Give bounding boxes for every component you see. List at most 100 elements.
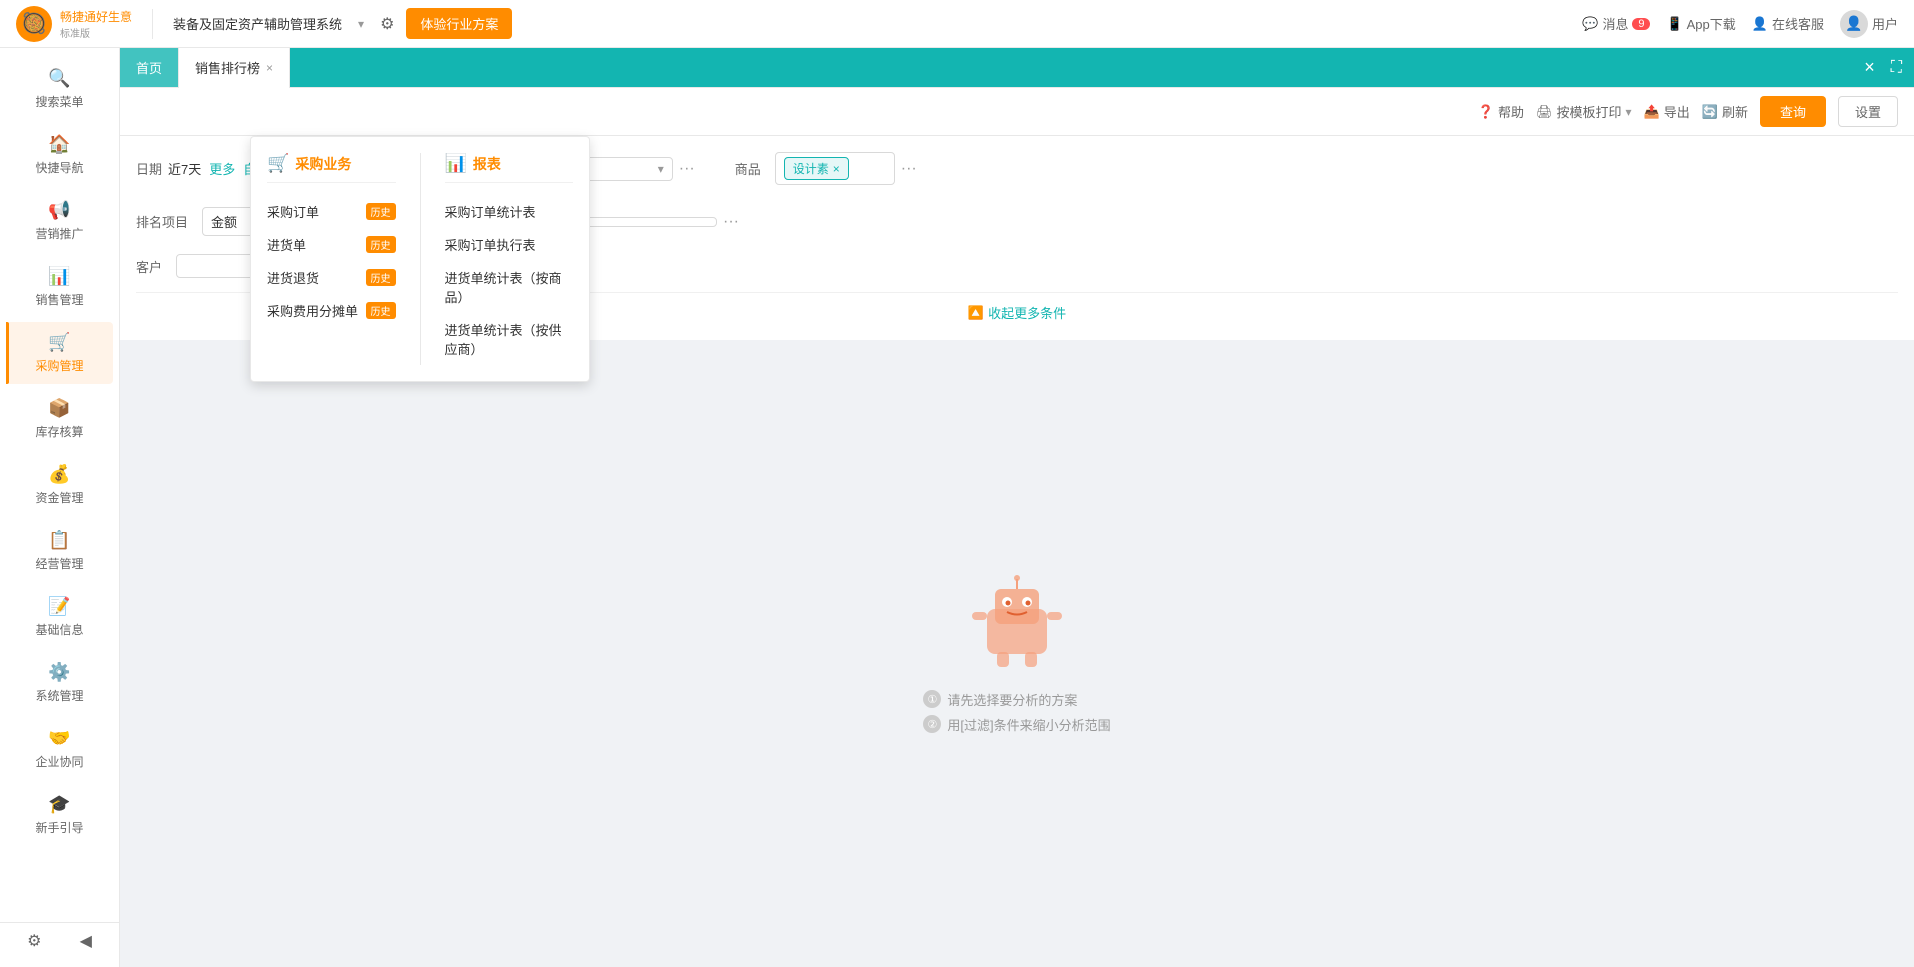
history-badge-2: 历史 bbox=[366, 269, 396, 286]
app-download-btn[interactable]: 📱 App下载 bbox=[1666, 14, 1735, 33]
goods-tag-close[interactable]: × bbox=[833, 162, 840, 176]
sidebar-item-label: 营销推广 bbox=[35, 225, 83, 242]
query-button[interactable]: 查询 bbox=[1760, 96, 1826, 127]
sidebar: 🔍 搜索菜单 🏠 快捷导航 📢 营销推广 📊 销售管理 🛒 采购管理 � bbox=[0, 48, 120, 967]
sidebar-item-operation[interactable]: 📋 经营管理 bbox=[6, 520, 113, 582]
tab-home[interactable]: 首页 bbox=[120, 48, 179, 88]
system-icon: ⚙️ bbox=[48, 662, 70, 683]
sidebar-item-label: 销售管理 bbox=[35, 291, 83, 308]
goods-dots[interactable]: ··· bbox=[901, 160, 917, 178]
help-btn[interactable]: ❓ 帮助 bbox=[1478, 102, 1524, 121]
export-icon: 📤 bbox=[1644, 104, 1660, 120]
sidebar-item-label: 资金管理 bbox=[35, 489, 83, 506]
system-dropdown-arrow[interactable]: ▾ bbox=[358, 17, 364, 31]
tab-bar: 首页 销售排行榜 × × ⛶ bbox=[120, 48, 1914, 88]
sidebar-item-system[interactable]: ⚙️ 系统管理 bbox=[6, 652, 113, 714]
voucher-status-arrow[interactable]: ▾ bbox=[658, 162, 664, 176]
collapse-icon: 🔼 bbox=[968, 305, 984, 321]
filter-goods: 商品 设计素 × ··· bbox=[735, 152, 917, 185]
guide-icon: 🎓 bbox=[48, 794, 70, 815]
sidebar-item-label: 采购管理 bbox=[35, 357, 83, 374]
sidebar-item-label: 系统管理 bbox=[35, 687, 83, 704]
history-badge-1: 历史 bbox=[366, 236, 396, 253]
tab-close-btn[interactable]: × bbox=[266, 61, 273, 75]
date-more[interactable]: 更多 bbox=[209, 159, 235, 178]
export-btn[interactable]: 📤 导出 bbox=[1644, 102, 1690, 121]
empty-illustration bbox=[957, 574, 1077, 674]
online-service-label: 在线客服 bbox=[1772, 14, 1824, 33]
empty-hint-2: ② 用[过滤]条件来缩小分析范围 bbox=[923, 715, 1110, 734]
user-label: 用户 bbox=[1872, 14, 1898, 33]
dropdown-columns: 🛒 采购业务 采购订单 历史 进货单 历史 进货退货 bbox=[267, 153, 573, 365]
help-icon: ❓ bbox=[1478, 104, 1494, 120]
tab-sales-ranking[interactable]: 销售排行榜 × bbox=[179, 48, 290, 88]
purchase-icon: 🛒 bbox=[48, 332, 70, 353]
content-area: 首页 销售排行榜 × × ⛶ ❓ 帮助 🖨 按模板 bbox=[120, 48, 1914, 967]
message-badge: 9 bbox=[1632, 18, 1650, 30]
menu-expense[interactable]: 采购费用分摊单 历史 bbox=[267, 294, 396, 327]
menu-return[interactable]: 进货退货 历史 bbox=[267, 261, 396, 294]
logo-sub: 标准版 bbox=[60, 25, 132, 40]
menu-incoming[interactable]: 进货单 历史 bbox=[267, 228, 396, 261]
logo-area: 🥘 畅捷通好生意 标准版 bbox=[16, 6, 132, 42]
refresh-btn[interactable]: 🔄 刷新 bbox=[1702, 102, 1748, 121]
purchase-col-header: 🛒 采购业务 bbox=[267, 153, 396, 183]
sidebar-item-enterprise[interactable]: 🤝 企业协同 bbox=[6, 718, 113, 780]
sidebar-bottom: ⚙ ◀ bbox=[0, 922, 119, 959]
menu-purchase-order[interactable]: 采购订单 历史 bbox=[267, 195, 396, 228]
empty-hint-1: ① 请先选择要分析的方案 bbox=[923, 690, 1110, 709]
sidebar-item-label: 新手引导 bbox=[35, 819, 83, 836]
voucher-status-dots[interactable]: ··· bbox=[679, 160, 695, 178]
menu-report-1[interactable]: 采购订单执行表 bbox=[445, 228, 574, 261]
sales-icon: 📊 bbox=[48, 266, 70, 287]
sidebar-item-basic[interactable]: 📝 基础信息 bbox=[6, 586, 113, 648]
close-all-icon[interactable]: × bbox=[1864, 57, 1875, 78]
settings-button[interactable]: 设置 bbox=[1838, 96, 1898, 127]
sidebar-item-search[interactable]: 🔍 搜索菜单 bbox=[6, 58, 113, 120]
menu-report-0[interactable]: 采购订单统计表 bbox=[445, 195, 574, 228]
print-dropdown-arrow[interactable]: ▾ bbox=[1626, 105, 1632, 119]
sidebar-item-sales[interactable]: 📊 销售管理 bbox=[6, 256, 113, 318]
message-label: 消息 bbox=[1602, 14, 1628, 33]
user-btn[interactable]: 👤 用户 bbox=[1840, 10, 1898, 38]
app-container: 🥘 畅捷通好生意 标准版 装备及固定资产辅助管理系统 ▾ ⚙ 体验行业方案 💬 … bbox=[0, 0, 1914, 967]
sidebar-item-label: 库存核算 bbox=[35, 423, 83, 440]
sidebar-settings-icon[interactable]: ⚙ bbox=[27, 931, 41, 951]
user-avatar: 👤 bbox=[1840, 10, 1868, 38]
menu-report-2[interactable]: 进货单统计表（按商品） bbox=[445, 261, 574, 313]
print-btn[interactable]: 🖨 按模板打印 ▾ bbox=[1536, 102, 1632, 121]
menu-report-3[interactable]: 进货单统计表（按供应商） bbox=[445, 313, 574, 365]
finance-icon: 💰 bbox=[48, 464, 70, 485]
search-icon: 🔍 bbox=[48, 68, 70, 89]
app-download-label: App下载 bbox=[1687, 14, 1736, 33]
sidebar-item-marketing[interactable]: 📢 营销推广 bbox=[6, 190, 113, 252]
sidebar-item-label: 基础信息 bbox=[35, 621, 83, 638]
sidebar-item-label: 搜索菜单 bbox=[35, 93, 83, 110]
sidebar-item-quicknav[interactable]: 🏠 快捷导航 bbox=[6, 124, 113, 186]
settings-icon[interactable]: ⚙ bbox=[380, 14, 394, 34]
collapse-btn[interactable]: 🔼 收起更多条件 bbox=[968, 303, 1066, 322]
message-btn[interactable]: 💬 消息 9 bbox=[1582, 14, 1650, 33]
print-icon: 🖨 bbox=[1536, 104, 1553, 120]
logo-icon: 🥘 bbox=[16, 6, 52, 42]
marketing-icon: 📢 bbox=[48, 200, 70, 221]
refresh-icon: 🔄 bbox=[1702, 104, 1718, 120]
sidebar-item-guide[interactable]: 🎓 新手引导 bbox=[6, 784, 113, 846]
system-title: 装备及固定资产辅助管理系统 bbox=[173, 14, 342, 33]
sidebar-item-purchase[interactable]: 🛒 采购管理 bbox=[6, 322, 113, 384]
sidebar-item-inventory[interactable]: 📦 库存核算 bbox=[6, 388, 113, 450]
industry-btn[interactable]: 体验行业方案 bbox=[406, 8, 512, 39]
report-col-header: 📊 报表 bbox=[445, 153, 574, 183]
basic-icon: 📝 bbox=[48, 596, 70, 617]
menu-divider bbox=[420, 153, 421, 365]
sidebar-item-label: 快捷导航 bbox=[35, 159, 83, 176]
purchase-business-col: 🛒 采购业务 采购订单 历史 进货单 历史 进货退货 bbox=[267, 153, 396, 365]
sidebar-collapse-icon[interactable]: ◀ bbox=[80, 931, 92, 951]
maximize-icon[interactable]: ⛶ bbox=[1891, 59, 1902, 77]
sidebar-item-finance[interactable]: 💰 资金管理 bbox=[6, 454, 113, 516]
online-service-btn[interactable]: 👤 在线客服 bbox=[1752, 14, 1824, 33]
salesperson-dots[interactable]: ··· bbox=[723, 213, 739, 231]
phone-icon: 📱 bbox=[1666, 16, 1682, 32]
history-badge-0: 历史 bbox=[366, 203, 396, 220]
sidebar-item-label: 经营管理 bbox=[35, 555, 83, 572]
